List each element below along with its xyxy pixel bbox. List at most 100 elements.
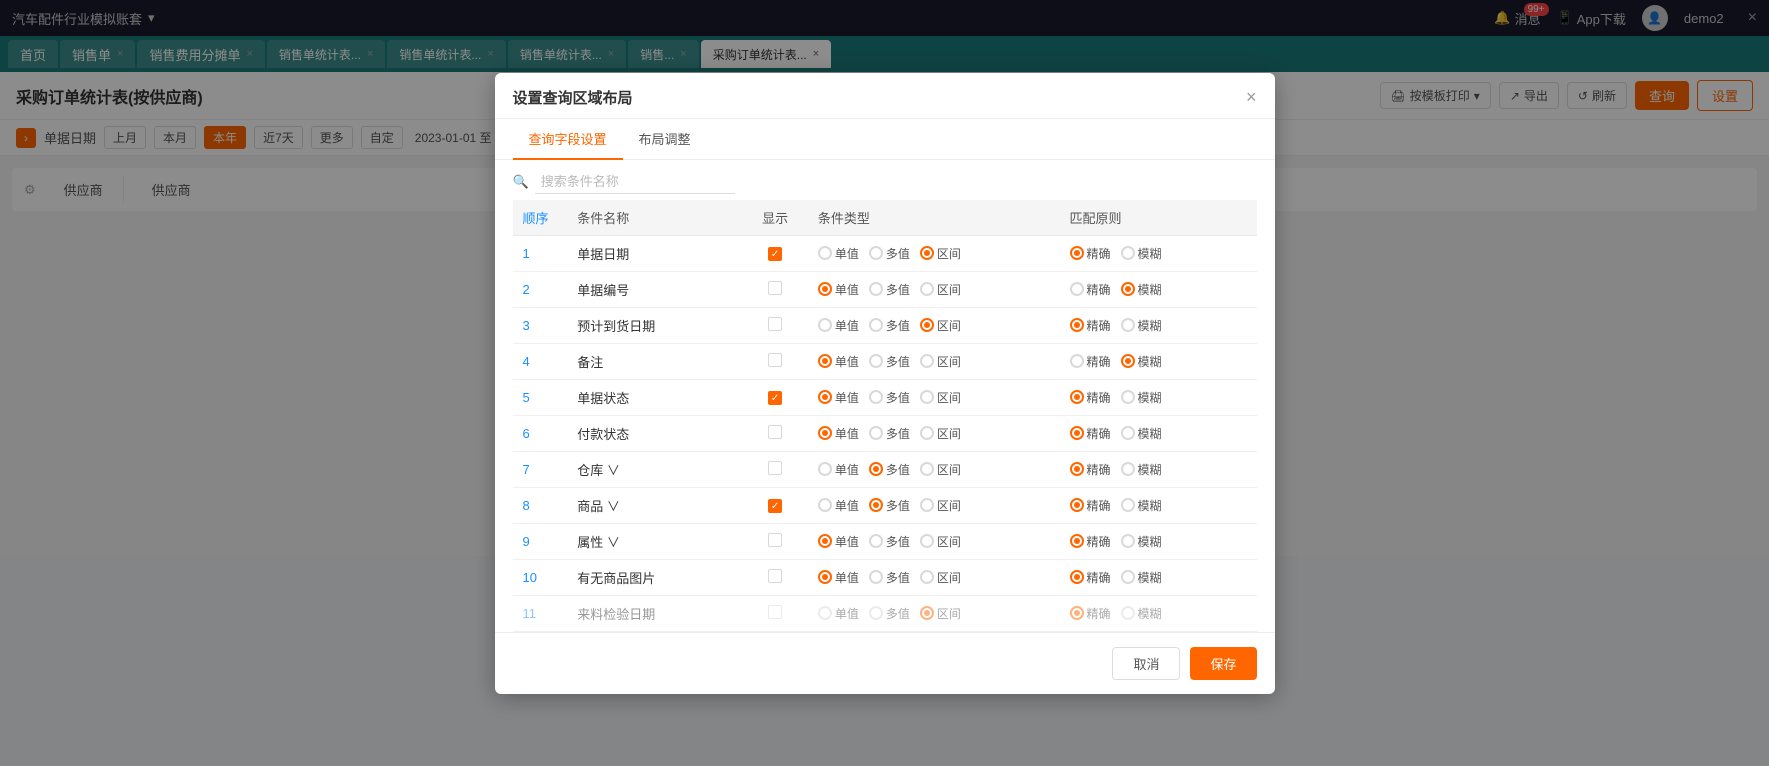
cell-order: 8 — [513, 487, 568, 523]
tab-query-fields[interactable]: 查询字段设置 — [513, 119, 623, 160]
show-checkbox[interactable] — [768, 533, 782, 547]
show-checkbox[interactable] — [768, 247, 782, 261]
type-radio-item[interactable]: 多值 — [869, 353, 910, 370]
type-radio-item[interactable]: 区间 — [920, 317, 961, 334]
type-radio-item[interactable]: 单值 — [818, 353, 859, 370]
cell-order: 5 — [513, 379, 568, 415]
cell-show[interactable] — [742, 595, 808, 631]
type-radio-item[interactable]: 区间 — [920, 569, 961, 586]
cell-name: 单据日期 — [567, 235, 742, 271]
type-radio-item[interactable]: 区间 — [920, 281, 961, 298]
match-radio-item[interactable]: 精确 — [1070, 245, 1111, 262]
type-radio-item[interactable]: 多值 — [869, 317, 910, 334]
type-radio-item[interactable]: 多值 — [869, 425, 910, 442]
type-radio-item[interactable]: 多值 — [869, 533, 910, 550]
type-radio-item[interactable]: 单值 — [818, 389, 859, 406]
type-radio-item[interactable]: 区间 — [920, 605, 961, 622]
match-radio-item[interactable]: 模糊 — [1121, 425, 1162, 442]
cell-type: 单值多值区间 — [808, 451, 1060, 487]
match-radio-item[interactable]: 精确 — [1070, 569, 1111, 586]
match-radio-item[interactable]: 模糊 — [1121, 569, 1162, 586]
cell-type: 单值多值区间 — [808, 271, 1060, 307]
cell-show[interactable] — [742, 415, 808, 451]
type-radio-item[interactable]: 区间 — [920, 533, 961, 550]
type-radio-item[interactable]: 多值 — [869, 461, 910, 478]
cell-show[interactable] — [742, 523, 808, 559]
type-radio-item[interactable]: 多值 — [869, 605, 910, 622]
match-radio-item[interactable]: 精确 — [1070, 425, 1111, 442]
show-checkbox[interactable] — [768, 605, 782, 619]
type-radio-item[interactable]: 多值 — [869, 389, 910, 406]
table-row: 2单据编号单值多值区间精确模糊 — [513, 271, 1257, 307]
type-radio-item[interactable]: 单值 — [818, 569, 859, 586]
save-button[interactable]: 保存 — [1190, 647, 1256, 680]
search-input[interactable] — [535, 170, 735, 194]
type-radio-item[interactable]: 多值 — [869, 245, 910, 262]
match-radio-item[interactable]: 精确 — [1070, 533, 1111, 550]
match-radio-item[interactable]: 精确 — [1070, 389, 1111, 406]
match-radio-item[interactable]: 精确 — [1070, 497, 1111, 514]
cell-show[interactable] — [742, 307, 808, 343]
match-radio-item[interactable]: 精确 — [1070, 605, 1111, 622]
type-radio-item[interactable]: 单值 — [818, 533, 859, 550]
tab-layout-adjust[interactable]: 布局调整 — [623, 119, 707, 160]
match-radio-item[interactable]: 模糊 — [1121, 317, 1162, 334]
cell-order: 9 — [513, 523, 568, 559]
match-radio-item[interactable]: 模糊 — [1121, 533, 1162, 550]
cell-show[interactable] — [742, 379, 808, 415]
match-radio-item[interactable]: 精确 — [1070, 281, 1111, 298]
match-radio-item[interactable]: 模糊 — [1121, 353, 1162, 370]
cell-show[interactable] — [742, 343, 808, 379]
match-radio-item[interactable]: 模糊 — [1121, 497, 1162, 514]
show-checkbox[interactable] — [768, 461, 782, 475]
type-radio-item[interactable]: 单值 — [818, 425, 859, 442]
type-radio-item[interactable]: 多值 — [869, 569, 910, 586]
type-radio-item[interactable]: 区间 — [920, 353, 961, 370]
table-body: 1单据日期单值多值区间精确模糊2单据编号单值多值区间精确模糊3预计到货日期单值多… — [513, 235, 1257, 631]
match-radio-item[interactable]: 精确 — [1070, 353, 1111, 370]
type-radio-item[interactable]: 单值 — [818, 605, 859, 622]
show-checkbox[interactable] — [768, 281, 782, 295]
type-radio-item[interactable]: 单值 — [818, 497, 859, 514]
dialog-close-button[interactable]: × — [1246, 87, 1257, 108]
match-radio-item[interactable]: 模糊 — [1121, 389, 1162, 406]
show-checkbox[interactable] — [768, 499, 782, 513]
cell-match: 精确模糊 — [1060, 559, 1257, 595]
type-radio-item[interactable]: 区间 — [920, 245, 961, 262]
match-radio-item[interactable]: 精确 — [1070, 317, 1111, 334]
cell-match: 精确模糊 — [1060, 307, 1257, 343]
type-radio-item[interactable]: 单值 — [818, 317, 859, 334]
cell-show[interactable] — [742, 559, 808, 595]
dialog-table-area: 顺序 条件名称 显示 条件类型 匹配原则 1单据日期单值多值区间精确模糊2单据编… — [495, 200, 1275, 632]
match-radio-item[interactable]: 精确 — [1070, 461, 1111, 478]
cell-type: 单值多值区间 — [808, 307, 1060, 343]
match-radio-item[interactable]: 模糊 — [1121, 461, 1162, 478]
match-radio-item[interactable]: 模糊 — [1121, 245, 1162, 262]
type-radio-item[interactable]: 多值 — [869, 281, 910, 298]
cell-type: 单值多值区间 — [808, 487, 1060, 523]
cell-type: 单值多值区间 — [808, 235, 1060, 271]
type-radio-item[interactable]: 区间 — [920, 497, 961, 514]
cell-type: 单值多值区间 — [808, 379, 1060, 415]
cell-show[interactable] — [742, 487, 808, 523]
match-radio-item[interactable]: 模糊 — [1121, 605, 1162, 622]
type-radio-item[interactable]: 多值 — [869, 497, 910, 514]
show-checkbox[interactable] — [768, 391, 782, 405]
cell-match: 精确模糊 — [1060, 271, 1257, 307]
table-row: 6付款状态单值多值区间精确模糊 — [513, 415, 1257, 451]
type-radio-item[interactable]: 单值 — [818, 245, 859, 262]
cell-show[interactable] — [742, 451, 808, 487]
type-radio-item[interactable]: 区间 — [920, 425, 961, 442]
match-radio-item[interactable]: 模糊 — [1121, 281, 1162, 298]
type-radio-item[interactable]: 区间 — [920, 389, 961, 406]
cell-show[interactable] — [742, 235, 808, 271]
cell-show[interactable] — [742, 271, 808, 307]
show-checkbox[interactable] — [768, 317, 782, 331]
show-checkbox[interactable] — [768, 353, 782, 367]
cancel-button[interactable]: 取消 — [1112, 647, 1180, 680]
show-checkbox[interactable] — [768, 425, 782, 439]
show-checkbox[interactable] — [768, 569, 782, 583]
type-radio-item[interactable]: 单值 — [818, 281, 859, 298]
type-radio-item[interactable]: 区间 — [920, 461, 961, 478]
type-radio-item[interactable]: 单值 — [818, 461, 859, 478]
